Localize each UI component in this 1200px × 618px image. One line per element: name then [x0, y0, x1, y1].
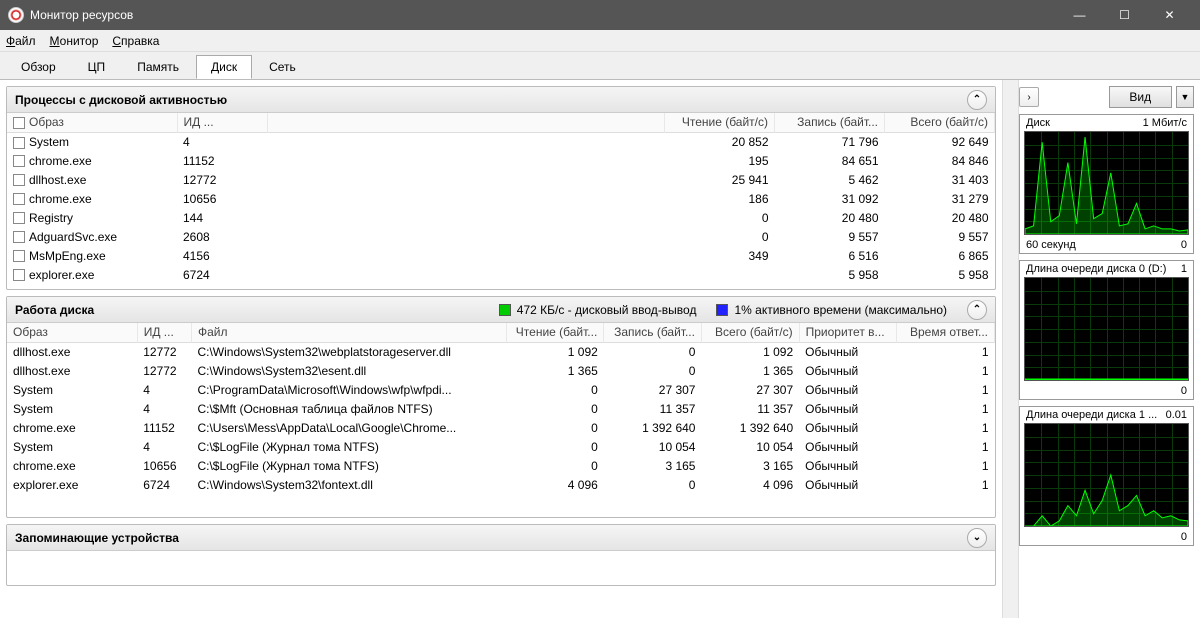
checkbox-icon[interactable] — [13, 117, 25, 129]
tab-overview[interactable]: Обзор — [6, 55, 71, 79]
chart-scale: 1 Мбит/с — [1143, 117, 1187, 129]
storage-title: Запоминающие устройства — [15, 531, 179, 545]
scrollbar[interactable] — [1002, 80, 1018, 618]
titlebar[interactable]: Монитор ресурсов — ☐ ✕ — [0, 0, 1200, 30]
table-row[interactable]: explorer.exe6724C:\Windows\System32\font… — [7, 475, 995, 493]
table-row[interactable]: dllhost.exe12772C:\Windows\System32\esen… — [7, 361, 995, 380]
checkbox-icon[interactable] — [13, 155, 25, 167]
table-row[interactable]: System4C:\$Mft (Основная таблица файлов … — [7, 399, 995, 418]
checkbox-icon[interactable] — [13, 174, 25, 186]
table-header-row[interactable]: Образ ИД ... Чтение (байт/с) Запись (бай… — [7, 113, 995, 132]
view-button[interactable]: Вид — [1109, 86, 1173, 108]
chart-scale: 0.01 — [1166, 409, 1187, 421]
menubar: Файл Монитор Справка — [0, 30, 1200, 52]
table-row[interactable]: chrome.exe1065618631 09231 279 — [7, 189, 995, 208]
chart-footer-right: 0 — [1181, 385, 1187, 397]
disk-activity-panel: Работа диска 472 КБ/с - дисковый ввод-вы… — [6, 296, 996, 518]
table-header-row[interactable]: Образ ИД ... Файл Чтение (байт... Запись… — [7, 323, 995, 342]
chart-title: Диск — [1026, 117, 1050, 129]
disk-activity-title: Работа диска — [15, 303, 94, 317]
chart-box: Длина очереди диска 0 (D:) 1 0 — [1019, 260, 1194, 400]
menu-help[interactable]: Справка — [112, 34, 159, 48]
table-row[interactable]: System420 85271 79692 649 — [7, 132, 995, 151]
app-icon — [8, 7, 24, 23]
chart-title: Длина очереди диска 0 (D:) — [1026, 263, 1166, 275]
chart-footer-left: 60 секунд — [1026, 239, 1076, 251]
checkbox-icon[interactable] — [13, 212, 25, 224]
tab-memory[interactable]: Память — [122, 55, 194, 79]
table-row[interactable]: chrome.exe10656C:\$LogFile (Журнал тома … — [7, 456, 995, 475]
maximize-button[interactable]: ☐ — [1102, 0, 1147, 30]
blue-square-icon — [716, 304, 728, 316]
chart-box: Диск 1 Мбит/с 60 секунд 0 — [1019, 114, 1194, 254]
checkbox-icon[interactable] — [13, 137, 25, 149]
menu-file[interactable]: Файл — [6, 34, 36, 48]
tabs: Обзор ЦП Память Диск Сеть — [0, 52, 1200, 80]
tab-network[interactable]: Сеть — [254, 55, 311, 79]
table-row[interactable]: dllhost.exe12772C:\Windows\System32\webp… — [7, 342, 995, 361]
table-row[interactable]: System4C:\ProgramData\Microsoft\Windows\… — [7, 380, 995, 399]
table-row[interactable]: chrome.exe1115219584 65184 846 — [7, 151, 995, 170]
minimize-button[interactable]: — — [1057, 0, 1102, 30]
processes-panel: Процессы с дисковой активностью ⌃ Образ … — [6, 86, 996, 290]
close-button[interactable]: ✕ — [1147, 0, 1192, 30]
table-row[interactable]: System4C:\$LogFile (Журнал тома NTFS)010… — [7, 437, 995, 456]
tab-cpu[interactable]: ЦП — [73, 55, 121, 79]
processes-title: Процессы с дисковой активностью — [15, 93, 227, 107]
chart-title: Длина очереди диска 1 ... — [1026, 409, 1157, 421]
window-title: Монитор ресурсов — [30, 8, 1057, 22]
chart-scale: 1 — [1181, 263, 1187, 275]
storage-panel: Запоминающие устройства ⌄ — [6, 524, 996, 586]
menu-monitor[interactable]: Монитор — [50, 34, 99, 48]
green-square-icon — [499, 304, 511, 316]
io-indicator: 472 КБ/с - дисковый ввод-вывод — [499, 303, 697, 317]
table-row[interactable]: chrome.exe11152C:\Users\Mess\AppData\Loc… — [7, 418, 995, 437]
table-row[interactable]: MsMpEng.exe41563496 5166 865 — [7, 246, 995, 265]
collapse-icon[interactable]: ⌃ — [967, 90, 987, 110]
collapse-icon[interactable]: ⌃ — [967, 300, 987, 320]
tab-disk[interactable]: Диск — [196, 55, 252, 79]
table-row[interactable]: explorer.exe67245 9585 958 — [7, 265, 995, 284]
checkbox-icon[interactable] — [13, 250, 25, 262]
disk-activity-table: Образ ИД ... Файл Чтение (байт... Запись… — [7, 323, 995, 493]
checkbox-icon[interactable] — [13, 269, 25, 281]
chart-box: Длина очереди диска 1 ... 0.01 0 — [1019, 406, 1194, 546]
table-row[interactable]: AdguardSvc.exe260809 5579 557 — [7, 227, 995, 246]
chart-footer-right: 0 — [1181, 239, 1187, 251]
view-dropdown-icon[interactable]: ▼ — [1176, 86, 1194, 108]
sidebar-toggle-icon[interactable]: › — [1019, 87, 1039, 107]
chart-footer-right: 0 — [1181, 531, 1187, 543]
processes-table: Образ ИД ... Чтение (байт/с) Запись (бай… — [7, 113, 995, 284]
sidebar: › Вид ▼ Диск1 Мбит/с60 секунд0Длина очер… — [1018, 80, 1200, 618]
chart-canvas — [1024, 423, 1189, 527]
chart-canvas — [1024, 277, 1189, 381]
active-time-indicator: 1% активного времени (максимально) — [716, 303, 947, 317]
checkbox-icon[interactable] — [13, 231, 25, 243]
chart-canvas — [1024, 131, 1189, 235]
table-row[interactable]: Registry144020 48020 480 — [7, 208, 995, 227]
expand-icon[interactable]: ⌄ — [967, 528, 987, 548]
checkbox-icon[interactable] — [13, 193, 25, 205]
table-row[interactable]: dllhost.exe1277225 9415 46231 403 — [7, 170, 995, 189]
